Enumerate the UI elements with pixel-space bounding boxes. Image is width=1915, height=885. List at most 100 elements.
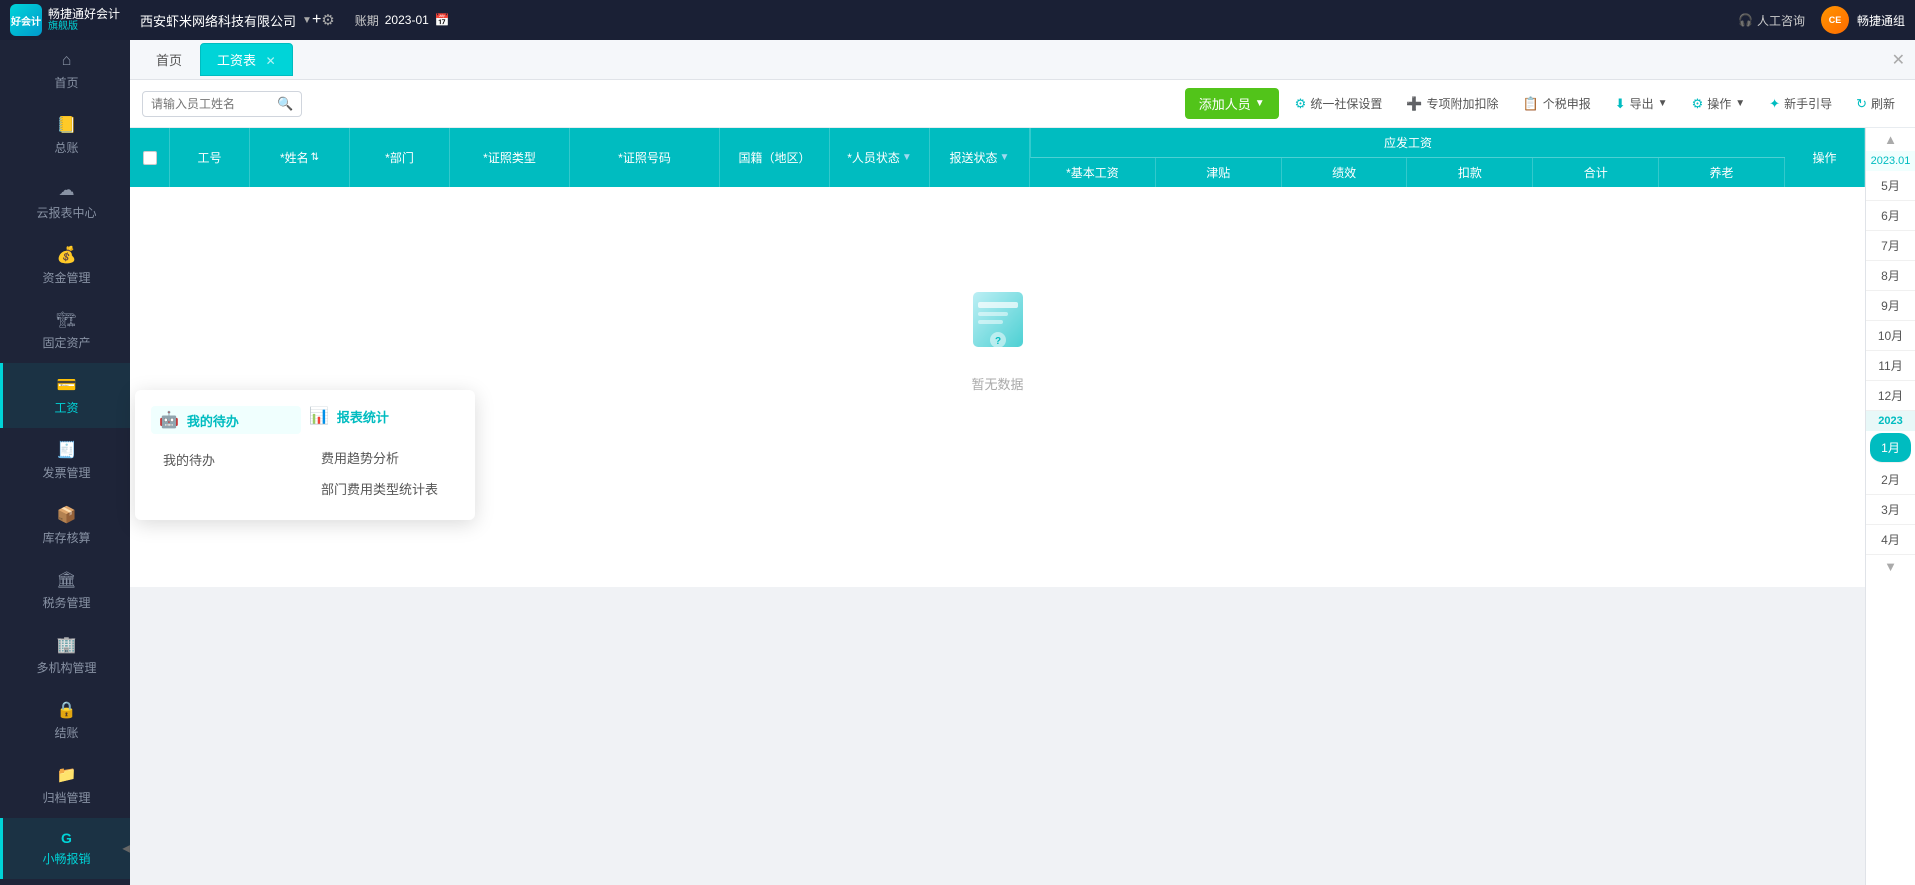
archive-icon: 📁 (57, 765, 77, 785)
month-item-1-active[interactable]: 1月 (1870, 433, 1911, 463)
month-nav-down[interactable]: ▼ (1866, 555, 1915, 578)
sidebar-item-home[interactable]: ⌂ 首页 (0, 40, 130, 103)
sidebar-label: 首页 (54, 74, 78, 91)
tab-payroll-table[interactable]: 工资表 ✕ (200, 43, 293, 76)
report-icon: 📊 (309, 406, 329, 426)
home-icon: ⌂ (62, 52, 72, 70)
sidebar-item-fixed-assets[interactable]: 🏗 固定资产 (0, 298, 130, 363)
close-window-button[interactable]: ✕ (1892, 50, 1905, 70)
th-total: 合计 (1533, 158, 1659, 187)
month-item-4[interactable]: 4月 (1866, 525, 1915, 555)
table-body: ? 暂无数据 (130, 187, 1865, 587)
sidebar-label: 税务管理 (42, 594, 90, 611)
individual-tax-button[interactable]: 📋 个税申报 (1515, 91, 1599, 116)
month-item-7[interactable]: 7月 (1866, 231, 1915, 261)
month-item-10[interactable]: 10月 (1866, 321, 1915, 351)
period-label: 账期 (355, 12, 379, 29)
name-sort-icon[interactable]: ⇅ (311, 152, 319, 163)
select-all-checkbox[interactable] (143, 151, 157, 165)
month-item-12[interactable]: 12月 (1866, 381, 1915, 411)
add-company-button[interactable]: + (312, 11, 321, 29)
popup-item-cost-trend[interactable]: 费用趋势分析 (309, 442, 459, 473)
th-name[interactable]: *姓名 ⇅ (250, 128, 350, 187)
tab-close-button[interactable]: ✕ (266, 54, 276, 68)
report-status-filter-icon[interactable]: ▼ (1000, 152, 1010, 163)
th-checkbox[interactable] (130, 128, 170, 187)
sidebar-item-multi-org[interactable]: 🏢 多机构管理 (0, 623, 130, 688)
sidebar-item-basic-settings[interactable]: ⚙ 基础设置 (0, 879, 130, 885)
search-icon[interactable]: 🔍 (277, 96, 293, 112)
th-deduction: 扣款 (1407, 158, 1533, 187)
sidebar-label: 归档管理 (42, 789, 90, 806)
pending-icon: 🤖 (159, 410, 179, 430)
month-nav-up[interactable]: ▲ (1866, 128, 1915, 151)
add-person-label: 添加人员 (1199, 94, 1251, 113)
month-item-8[interactable]: 8月 (1866, 261, 1915, 291)
svg-text:?: ? (995, 336, 1001, 347)
calendar-icon[interactable]: 📅 (435, 13, 450, 27)
refresh-button[interactable]: ↻ 刷新 (1848, 91, 1903, 116)
month-item-2[interactable]: 2月 (1866, 465, 1915, 495)
empty-text: 暂无数据 (971, 374, 1023, 393)
new-guide-button[interactable]: ✦ 新手引导 (1761, 91, 1840, 116)
period-value: 2023-01 (385, 13, 429, 27)
export-dropdown-arrow: ▼ (1658, 98, 1668, 109)
customer-service-button[interactable]: 🎧 人工咨询 (1738, 12, 1805, 29)
operations-button[interactable]: ⚙ 操作 ▼ (1684, 91, 1754, 116)
popup-section-report[interactable]: 📊 报表统计 (309, 406, 459, 432)
sidebar-item-inventory[interactable]: 📦 库存核算 (0, 493, 130, 558)
invoice-icon: 🧾 (57, 440, 77, 460)
search-input[interactable] (151, 97, 271, 111)
special-deduction-button[interactable]: ➕ 专项附加扣除 (1398, 91, 1506, 116)
social-security-button[interactable]: ⚙ 统一社保设置 (1287, 91, 1391, 116)
sidebar-item-archive[interactable]: 📁 归档管理 (0, 753, 130, 818)
popup-item-pending[interactable]: 我的待办 (151, 444, 301, 475)
export-icon: ⬇ (1615, 96, 1626, 112)
month-item-3[interactable]: 3月 (1866, 495, 1915, 525)
tab-home-label: 首页 (156, 53, 182, 68)
multi-org-icon: 🏢 (57, 635, 77, 655)
user-info: CE 畅捷通组 (1821, 6, 1905, 34)
popup-item-dept-cost[interactable]: 部门费用类型统计表 (309, 473, 459, 504)
tab-bar: 首页 工资表 ✕ ✕ (130, 40, 1915, 80)
month-item-9[interactable]: 9月 (1866, 291, 1915, 321)
popup-menu: 🤖 我的待办 我的待办 📊 报表统计 费用趋势分析 部门费用类型统计表 (135, 390, 475, 520)
tax-icon: 🏛 (56, 570, 76, 590)
sidebar-item-invoice[interactable]: 🧾 发票管理 (0, 428, 130, 493)
sidebar-item-close-account[interactable]: 🔒 结账 (0, 688, 130, 753)
th-report-status: 报送状态 ▼ (930, 128, 1030, 187)
sidebar-item-payroll[interactable]: 💳 工资 (0, 363, 130, 428)
person-status-filter-icon[interactable]: ▼ (902, 152, 912, 163)
th-id-num: *证照号码 (570, 128, 720, 187)
export-button[interactable]: ⬇ 导出 ▼ (1607, 91, 1676, 116)
th-pension: 养老 (1659, 158, 1785, 187)
operations-icon: ⚙ (1692, 96, 1704, 112)
sidebar-item-fund[interactable]: 💰 资金管理 (0, 233, 130, 298)
popup-section-pending[interactable]: 🤖 我的待办 (151, 406, 301, 434)
th-allowance: 津贴 (1156, 158, 1282, 187)
sidebar-item-tax[interactable]: 🏛 税务管理 (0, 558, 130, 623)
th-dept: *部门 (350, 128, 450, 187)
sidebar-item-cloud-report[interactable]: ☁ 云报表中心 (0, 168, 130, 233)
settings-button[interactable]: ⚙ (321, 11, 334, 29)
month-item-5[interactable]: 5月 (1866, 171, 1915, 201)
logo-area: 好会计 畅捷通好会计 旗舰版 (10, 4, 120, 36)
add-person-dropdown-arrow: ▼ (1255, 98, 1265, 109)
sidebar-item-ledger[interactable]: 📒 总账 (0, 103, 130, 168)
th-person-status: *人员状态 ▼ (830, 128, 930, 187)
search-box: 🔍 (142, 91, 302, 117)
company-selector[interactable]: 西安虾米网络科技有限公司 ▼ (140, 11, 312, 30)
cloud-icon: ☁ (59, 180, 75, 200)
tab-home[interactable]: 首页 (140, 44, 198, 75)
inventory-icon: 📦 (57, 505, 77, 525)
sidebar-label: 工资 (54, 399, 78, 416)
avatar: CE (1821, 6, 1849, 34)
sidebar-item-xiaochang[interactable]: G 小畅报销 ◀ (0, 818, 130, 879)
top-bar: 好会计 畅捷通好会计 旗舰版 西安虾米网络科技有限公司 ▼ + ⚙ 账期 202… (0, 0, 1915, 40)
refresh-icon: ↻ (1856, 96, 1867, 112)
close-account-icon: 🔒 (57, 700, 77, 720)
month-item-6[interactable]: 6月 (1866, 201, 1915, 231)
toolbar: 🔍 添加人员 ▼ ⚙ 统一社保设置 ➕ 专项附加扣除 📋 个税申报 (130, 80, 1915, 128)
add-person-button[interactable]: 添加人员 ▼ (1185, 88, 1279, 119)
month-item-11[interactable]: 11月 (1866, 351, 1915, 381)
